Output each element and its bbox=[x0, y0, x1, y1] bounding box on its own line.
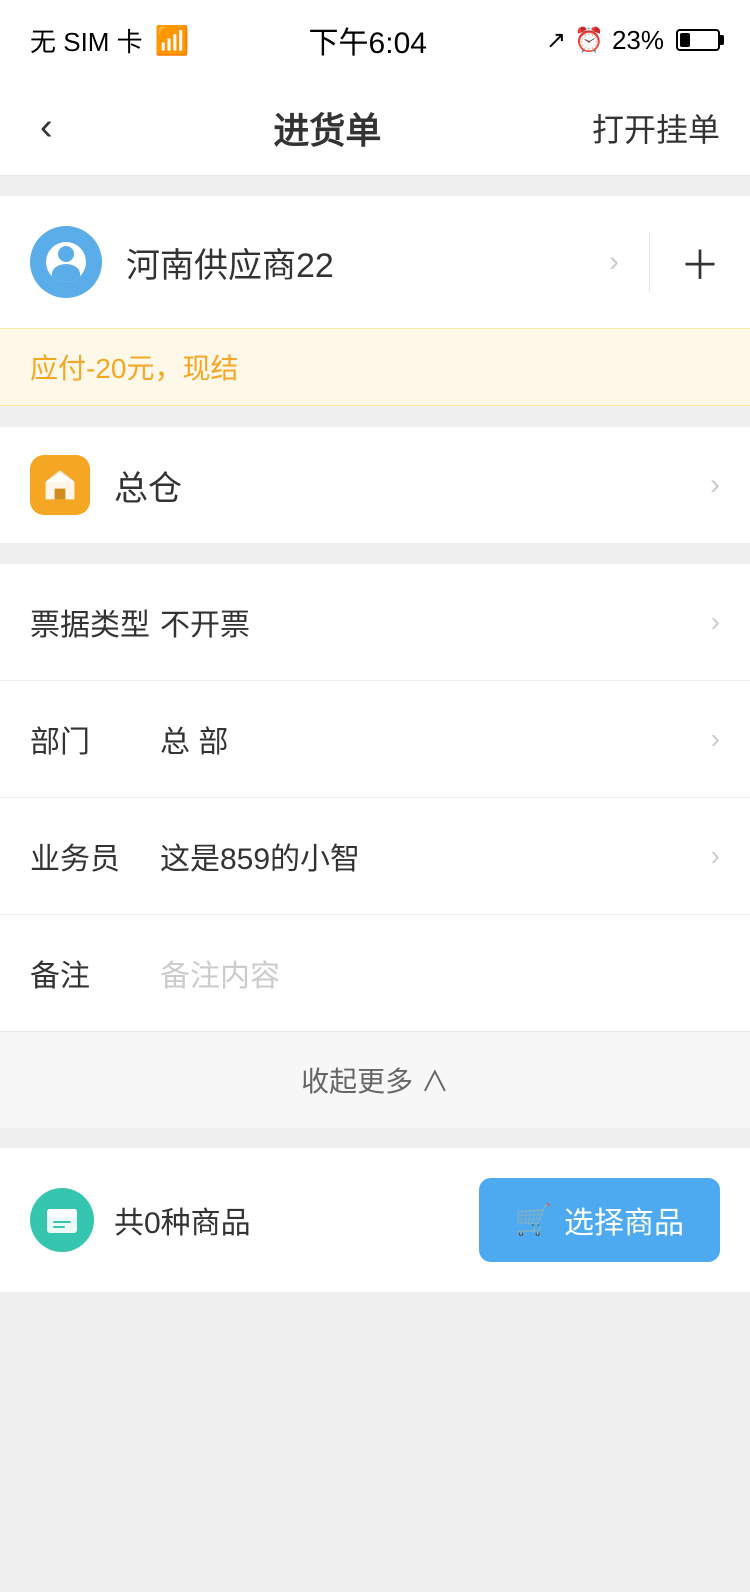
cart-icon: 🛒 bbox=[515, 1203, 552, 1238]
notice-bar: 应付-20元，现结 bbox=[0, 328, 750, 406]
warehouse-icon bbox=[42, 467, 78, 503]
wifi-icon: 📶 bbox=[155, 24, 190, 57]
product-count: 共0种商品 bbox=[114, 1198, 479, 1242]
supplier-row[interactable]: 河南供应商22 › ＋ bbox=[0, 196, 750, 328]
warehouse-name: 总仓 bbox=[114, 461, 710, 510]
battery-text: 23% bbox=[612, 25, 664, 56]
product-icon bbox=[43, 1201, 81, 1239]
form-section: 票据类型 不开票 › 部门 总 部 › 业务员 这是859的小智 › 备注 备注… bbox=[0, 564, 750, 1031]
warehouse-row[interactable]: 总仓 › bbox=[0, 426, 750, 544]
collapse-label: 收起更多 ∧ bbox=[301, 1066, 449, 1097]
supplier-right-actions: › ＋ bbox=[609, 232, 720, 292]
alarm-icon: ⏰ bbox=[574, 26, 604, 55]
avatar-head bbox=[58, 246, 74, 262]
remark-label: 备注 bbox=[30, 951, 160, 995]
carrier-text: 无 SIM 卡 bbox=[30, 22, 143, 59]
supplier-avatar bbox=[30, 226, 102, 298]
add-supplier-button[interactable]: ＋ bbox=[680, 233, 720, 291]
supplier-chevron-icon: › bbox=[609, 245, 619, 279]
location-icon: ↗ bbox=[546, 26, 566, 55]
status-carrier: 无 SIM 卡 📶 bbox=[30, 22, 190, 59]
bottom-section: 共0种商品 🛒 选择商品 bbox=[0, 1148, 750, 1292]
product-icon-wrap bbox=[30, 1188, 94, 1252]
dept-label: 部门 bbox=[30, 717, 160, 761]
dept-row[interactable]: 部门 总 部 › bbox=[0, 681, 750, 798]
select-product-button[interactable]: 🛒 选择商品 bbox=[479, 1178, 720, 1262]
avatar-body bbox=[52, 264, 80, 282]
dept-value: 总 部 bbox=[160, 717, 701, 761]
battery-fill bbox=[680, 33, 690, 47]
invoice-chevron-icon: › bbox=[711, 606, 720, 638]
remark-row[interactable]: 备注 备注内容 bbox=[0, 915, 750, 1031]
sales-value: 这是859的小智 bbox=[160, 834, 701, 878]
nav-bar: ‹ 进货单 打开挂单 bbox=[0, 80, 750, 176]
page-background bbox=[0, 1292, 750, 1592]
remark-input[interactable]: 备注内容 bbox=[160, 951, 720, 995]
sales-label: 业务员 bbox=[30, 834, 160, 878]
status-bar: 无 SIM 卡 📶 下午6:04 ↗ ⏰ 23% bbox=[0, 0, 750, 80]
open-pending-button[interactable]: 打开挂单 bbox=[592, 105, 720, 151]
invoice-value: 不开票 bbox=[160, 600, 701, 644]
collapse-button[interactable]: 收起更多 ∧ bbox=[0, 1031, 750, 1128]
status-right: ↗ ⏰ 23% bbox=[546, 25, 720, 56]
supplier-name: 河南供应商22 bbox=[126, 238, 609, 287]
sales-row[interactable]: 业务员 这是859的小智 › bbox=[0, 798, 750, 915]
supplier-section: 河南供应商22 › ＋ 应付-20元，现结 bbox=[0, 196, 750, 406]
back-button[interactable]: ‹ bbox=[30, 96, 63, 159]
status-time: 下午6:04 bbox=[309, 18, 427, 62]
dept-chevron-icon: › bbox=[711, 723, 720, 755]
warehouse-chevron-icon: › bbox=[710, 468, 720, 502]
warehouse-icon-wrap bbox=[30, 455, 90, 515]
sales-chevron-icon: › bbox=[711, 840, 720, 872]
page-title: 进货单 bbox=[273, 102, 381, 154]
invoice-row[interactable]: 票据类型 不开票 › bbox=[0, 564, 750, 681]
vertical-divider bbox=[649, 232, 650, 292]
invoice-label: 票据类型 bbox=[30, 600, 160, 644]
battery-tip bbox=[720, 35, 724, 45]
battery-bar bbox=[676, 29, 720, 51]
notice-text: 应付-20元，现结 bbox=[30, 353, 238, 384]
top-divider bbox=[0, 176, 750, 196]
select-product-label: 选择商品 bbox=[564, 1198, 684, 1242]
